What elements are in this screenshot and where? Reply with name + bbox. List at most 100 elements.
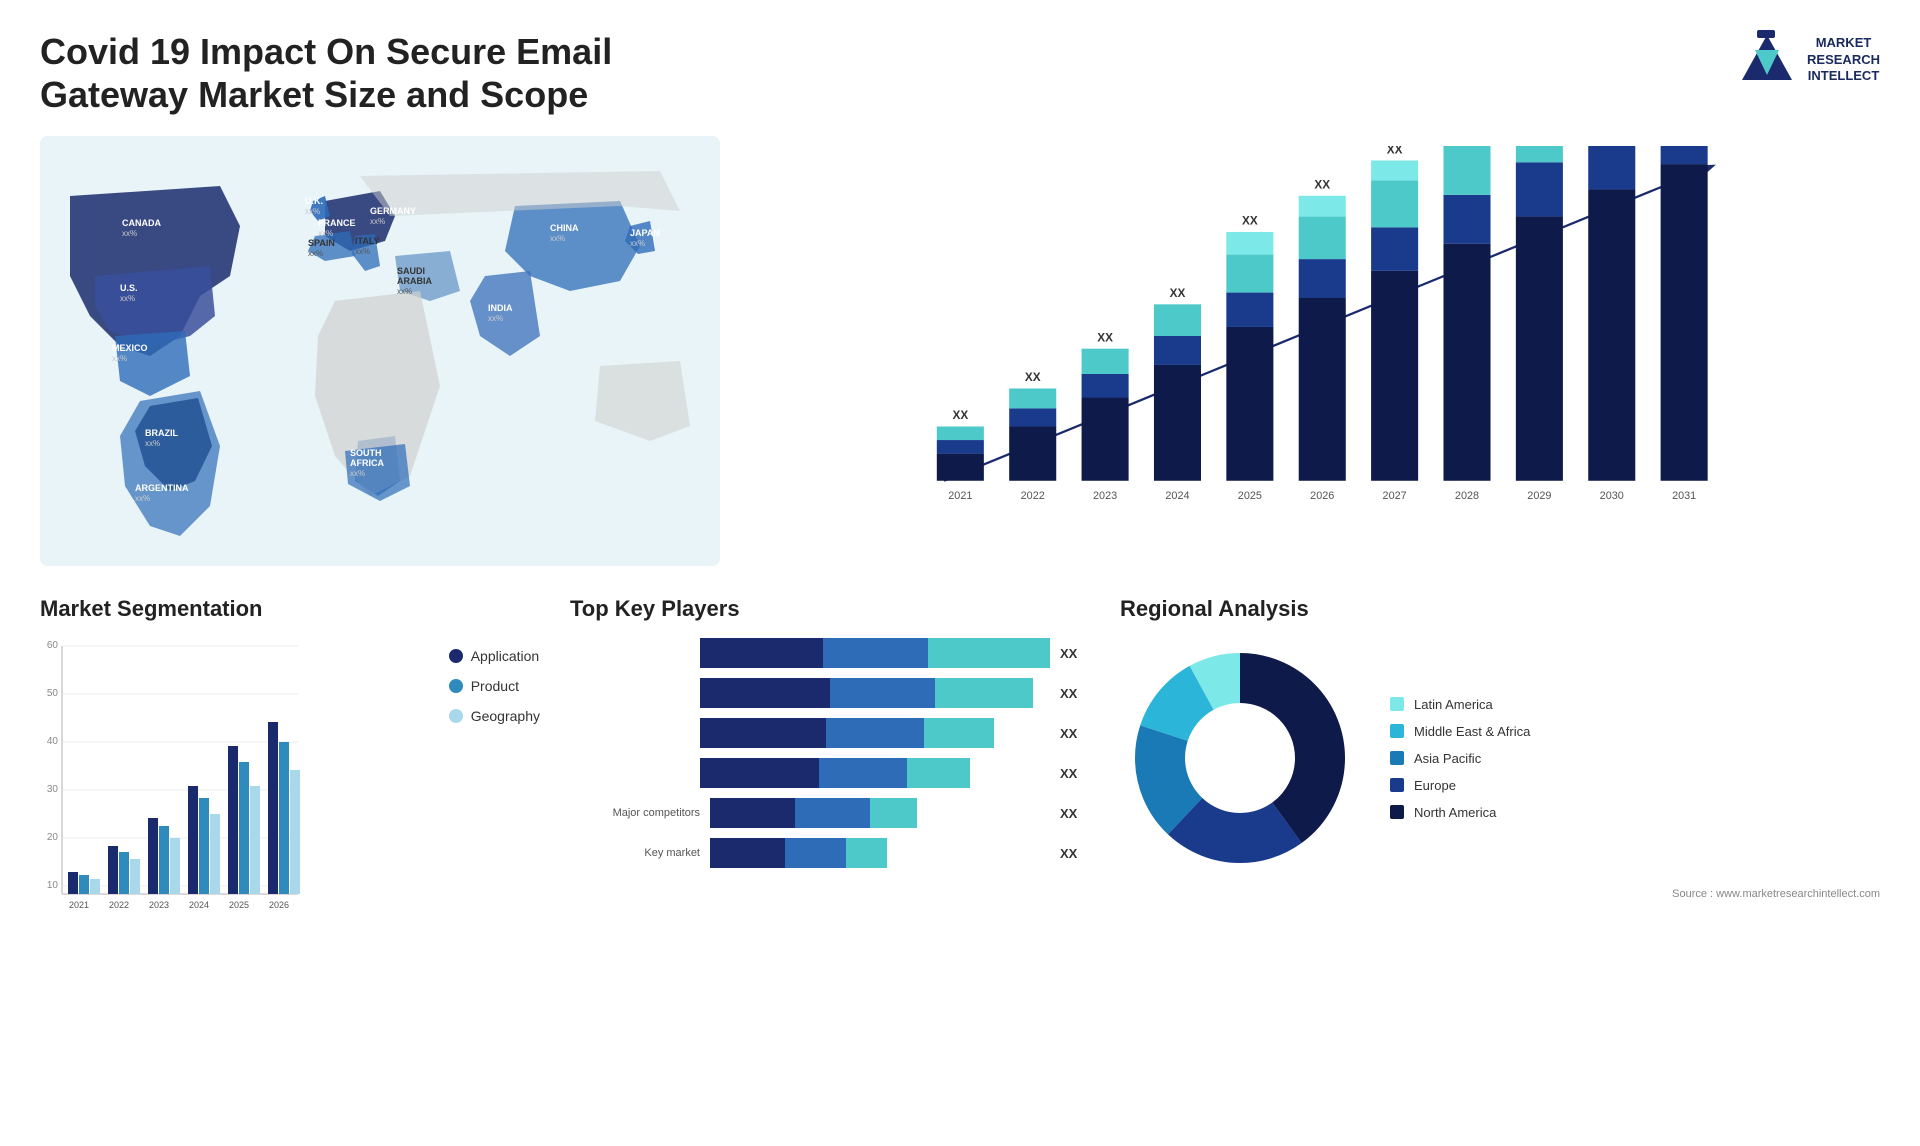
svg-text:GERMANY: GERMANY	[370, 206, 416, 216]
bar-seg2	[795, 798, 870, 828]
svg-text:XX: XX	[1387, 146, 1403, 156]
svg-text:XX: XX	[1025, 372, 1041, 385]
svg-text:xx%: xx%	[112, 354, 127, 363]
application-dot	[449, 649, 463, 663]
table-row: XX	[570, 758, 1090, 788]
bar-seg2	[785, 838, 846, 868]
player-bar	[700, 678, 1050, 708]
svg-text:2023: 2023	[149, 900, 169, 910]
svg-text:2030: 2030	[1600, 490, 1624, 502]
svg-text:xx%: xx%	[350, 469, 365, 478]
svg-text:XX: XX	[1170, 287, 1186, 300]
svg-text:2021: 2021	[948, 490, 972, 502]
svg-text:SPAIN: SPAIN	[308, 238, 335, 248]
svg-text:2023: 2023	[1093, 490, 1117, 502]
europe-dot	[1390, 778, 1404, 792]
header: Covid 19 Impact On Secure Email Gateway …	[40, 30, 1880, 116]
svg-text:CHINA: CHINA	[550, 223, 579, 233]
table-row: XX	[570, 638, 1090, 668]
bar-seg3	[846, 838, 887, 868]
svg-text:AFRICA: AFRICA	[350, 458, 384, 468]
svg-text:FRANCE: FRANCE	[318, 218, 356, 228]
bar-seg2	[826, 718, 924, 748]
bar-seg1	[700, 718, 826, 748]
svg-text:U.K.: U.K.	[305, 196, 323, 206]
application-label: Application	[471, 648, 540, 664]
table-row: XX	[570, 718, 1090, 748]
regional-title: Regional Analysis	[1120, 596, 1880, 622]
svg-text:XX: XX	[1314, 179, 1330, 192]
bar-seg3	[935, 678, 1033, 708]
svg-text:JAPAN: JAPAN	[630, 228, 660, 238]
svg-text:ARGENTINA: ARGENTINA	[135, 483, 189, 493]
player-value: XX	[1060, 646, 1090, 661]
latin-america-dot	[1390, 697, 1404, 711]
geography-dot	[449, 709, 463, 723]
player-bar	[700, 758, 1050, 788]
middle-east-africa-dot	[1390, 724, 1404, 738]
player-bar	[700, 718, 1050, 748]
player-value: XX	[1060, 846, 1090, 861]
player-label: Key market	[570, 847, 700, 859]
asia-pacific-dot	[1390, 751, 1404, 765]
svg-text:2028: 2028	[1455, 490, 1479, 502]
svg-text:XX: XX	[1097, 332, 1113, 345]
north-america-label: North America	[1414, 805, 1496, 820]
product-dot	[449, 679, 463, 693]
bar-chart-container: XX 2021 XX 2022 XX 2023	[750, 136, 1880, 566]
svg-text:U.S.: U.S.	[120, 283, 138, 293]
svg-text:ARABIA: ARABIA	[397, 276, 432, 286]
segmentation-title: Market Segmentation	[40, 596, 540, 622]
map-container: CANADA xx% U.S. xx% MEXICO xx% BRAZIL xx…	[40, 136, 720, 566]
bar-seg2	[819, 758, 907, 788]
svg-text:xx%: xx%	[318, 229, 333, 238]
svg-text:CANADA: CANADA	[122, 218, 161, 228]
svg-text:xx%: xx%	[370, 217, 385, 226]
latin-america-label: Latin America	[1414, 697, 1493, 712]
svg-text:2025: 2025	[1238, 490, 1262, 502]
svg-text:ITALY: ITALY	[355, 236, 380, 246]
logo-text: MARKET RESEARCH INTELLECT	[1807, 35, 1880, 86]
svg-text:2024: 2024	[1165, 490, 1189, 502]
segmentation: Market Segmentation 60 50 40 30 20 10	[40, 596, 540, 976]
svg-text:xx%: xx%	[397, 287, 412, 296]
seg-legend: Application Product Geography	[449, 638, 540, 724]
svg-text:xx%: xx%	[135, 494, 150, 503]
bar-seg1	[700, 758, 819, 788]
europe-label: Europe	[1414, 778, 1456, 793]
player-bar	[710, 838, 1050, 868]
bar-seg2	[830, 678, 935, 708]
svg-text:xx%: xx%	[122, 229, 137, 238]
key-players: Top Key Players XX	[570, 596, 1090, 976]
north-america-dot	[1390, 805, 1404, 819]
table-row: XX	[570, 678, 1090, 708]
geography-label: Geography	[471, 708, 540, 724]
player-bar	[710, 798, 1050, 828]
regional-legend: Latin America Middle East & Africa Asia …	[1390, 697, 1530, 820]
table-row: Key market XX	[570, 838, 1090, 868]
logo-icon	[1737, 30, 1797, 90]
svg-text:10: 10	[47, 880, 59, 891]
svg-text:2031: 2031	[1672, 490, 1696, 502]
regional: Regional Analysis	[1120, 596, 1880, 976]
bar-seg1	[710, 798, 795, 828]
legend-item-application: Application	[449, 648, 540, 664]
svg-text:xx%: xx%	[630, 239, 645, 248]
svg-text:INDIA: INDIA	[488, 303, 513, 313]
legend-asia-pacific: Asia Pacific	[1390, 751, 1530, 766]
svg-text:40: 40	[47, 736, 59, 747]
svg-text:XX: XX	[952, 410, 968, 423]
bar-seg3	[907, 758, 970, 788]
top-section: CANADA xx% U.S. xx% MEXICO xx% BRAZIL xx…	[40, 136, 1880, 566]
svg-text:BRAZIL: BRAZIL	[145, 428, 178, 438]
svg-text:xx%: xx%	[550, 234, 565, 243]
asia-pacific-label: Asia Pacific	[1414, 751, 1481, 766]
svg-text:MEXICO: MEXICO	[112, 343, 148, 353]
svg-text:2024: 2024	[189, 900, 209, 910]
bar-seg3	[870, 798, 918, 828]
product-label: Product	[471, 678, 519, 694]
svg-text:xx%: xx%	[355, 247, 370, 256]
player-value: XX	[1060, 766, 1090, 781]
svg-text:20: 20	[47, 832, 59, 843]
bar-seg2	[823, 638, 928, 668]
